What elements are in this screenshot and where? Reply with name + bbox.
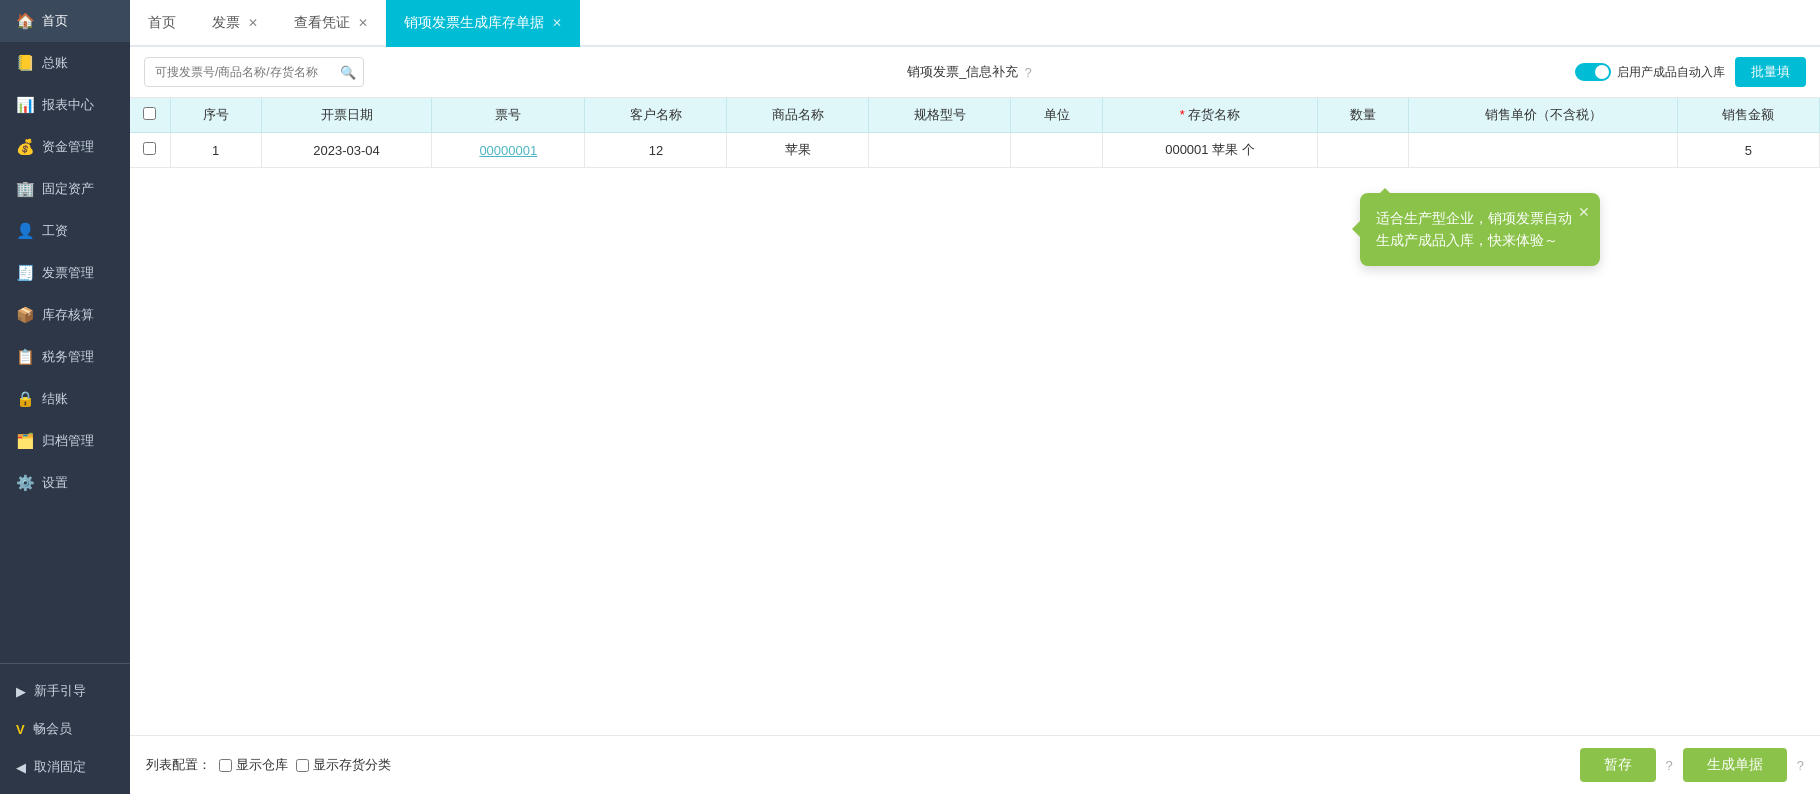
save-help-icon[interactable]: ?	[1666, 758, 1673, 773]
tab-invoice[interactable]: 发票 ✕	[194, 0, 276, 47]
table-row: 1 2023-03-04 00000001 12 苹果 000001 苹果 个 …	[130, 133, 1820, 168]
data-table: 序号 开票日期 票号 客户名称 商品名称 规格型号 单位 * 存货名称 数量 销…	[130, 98, 1820, 168]
th-seq: 序号	[170, 98, 261, 133]
sidebar: 🏠 首页 📒 总账 📊 报表中心 💰 资金管理 🏢 固定资产 👤 工资 🧾 发票…	[0, 0, 130, 794]
config-label: 列表配置：	[146, 756, 211, 774]
assets-icon: 🏢	[16, 180, 34, 198]
vip-icon: V	[16, 722, 25, 737]
th-quantity: 数量	[1318, 98, 1409, 133]
sidebar-item-close[interactable]: 🔒 结账	[0, 378, 130, 420]
th-checkbox	[130, 98, 170, 133]
sidebar-item-home[interactable]: 🏠 首页	[0, 0, 130, 42]
sidebar-item-assets[interactable]: 🏢 固定资产	[0, 168, 130, 210]
th-product: 商品名称	[727, 98, 869, 133]
search-icon[interactable]: 🔍	[340, 65, 356, 80]
sidebar-item-tax[interactable]: 📋 税务管理	[0, 336, 130, 378]
sidebar-item-vip[interactable]: V 畅会员	[0, 710, 130, 748]
search-wrap: 🔍	[144, 57, 364, 87]
tooltip-text: 适合生产型企业，销项发票自动生成产成品入库，快来体验～	[1376, 210, 1572, 248]
footer: 列表配置： 显示仓库 显示存货分类 暂存 ? 生成单据 ?	[130, 735, 1820, 794]
row-inventory: 000001 苹果 个	[1102, 133, 1317, 168]
guide-icon: ▶	[16, 684, 26, 699]
inventory-icon: 📦	[16, 306, 34, 324]
sidebar-item-funds[interactable]: 💰 资金管理	[0, 126, 130, 168]
row-checkbox[interactable]	[143, 142, 156, 155]
generate-help-icon[interactable]: ?	[1797, 758, 1804, 773]
sidebar-item-inventory[interactable]: 📦 库存核算	[0, 294, 130, 336]
tab-home[interactable]: 首页	[130, 0, 194, 47]
toolbar-right: 启用产成品自动入库 批量填	[1575, 57, 1806, 87]
th-date: 开票日期	[261, 98, 431, 133]
search-input[interactable]	[144, 57, 364, 87]
toggle-wrap: 启用产成品自动入库	[1575, 63, 1725, 81]
th-inventory: * 存货名称	[1102, 98, 1317, 133]
th-spec: 规格型号	[869, 98, 1011, 133]
tooltip-close-button[interactable]: ✕	[1578, 201, 1590, 223]
main-area: 首页 发票 ✕ 查看凭证 ✕ 销项发票生成库存单据 ✕ 🔍 销项发票_信息补充 …	[130, 0, 1820, 794]
th-unit: 单位	[1011, 98, 1102, 133]
sidebar-footer-action[interactable]: ◀ 取消固定	[0, 748, 130, 786]
row-amount: 5	[1677, 133, 1819, 168]
reports-icon: 📊	[16, 96, 34, 114]
th-price-excl: 销售单价（不含税）	[1409, 98, 1677, 133]
invoice-icon: 🧾	[16, 264, 34, 282]
footer-actions: 暂存 ? 生成单据 ?	[1580, 748, 1804, 782]
sidebar-item-salary[interactable]: 👤 工资	[0, 210, 130, 252]
th-amount: 销售金额	[1677, 98, 1819, 133]
ticket-no-link[interactable]: 00000001	[479, 143, 537, 158]
sidebar-item-settings[interactable]: ⚙️ 设置	[0, 462, 130, 504]
funds-icon: 💰	[16, 138, 34, 156]
tab-create-stock-close[interactable]: ✕	[552, 16, 562, 30]
batch-fill-button[interactable]: 批量填	[1735, 57, 1806, 87]
tab-create-stock[interactable]: 销项发票生成库存单据 ✕	[386, 0, 580, 47]
ledger-icon: 📒	[16, 54, 34, 72]
row-date: 2023-03-04	[261, 133, 431, 168]
row-seq: 1	[170, 133, 261, 168]
sidebar-item-guide[interactable]: ▶ 新手引导	[0, 672, 130, 710]
row-checkbox-cell	[130, 133, 170, 168]
tooltip-box: ✕ 适合生产型企业，销项发票自动生成产成品入库，快来体验～	[1360, 193, 1600, 266]
footer-config: 列表配置： 显示仓库 显示存货分类	[146, 756, 391, 774]
row-quantity	[1318, 133, 1409, 168]
row-unit	[1011, 133, 1102, 168]
unpin-icon: ◀	[16, 760, 26, 775]
archive-icon: 🗂️	[16, 432, 34, 450]
tooltip-pointer	[1352, 221, 1360, 237]
row-price-excl	[1409, 133, 1677, 168]
content-area: 🔍 销项发票_信息补充 ? 启用产成品自动入库 批量填	[130, 47, 1820, 794]
table-wrap: 序号 开票日期 票号 客户名称 商品名称 规格型号 单位 * 存货名称 数量 销…	[130, 98, 1820, 735]
sidebar-item-invoice[interactable]: 🧾 发票管理	[0, 252, 130, 294]
auto-stock-toggle[interactable]	[1575, 63, 1611, 81]
show-warehouse-label[interactable]: 显示仓库	[219, 756, 288, 774]
sidebar-item-ledger[interactable]: 📒 总账	[0, 42, 130, 84]
show-category-checkbox[interactable]	[296, 759, 309, 772]
toolbar: 🔍 销项发票_信息补充 ? 启用产成品自动入库 批量填	[130, 47, 1820, 98]
toolbar-middle: 销项发票_信息补充 ?	[374, 63, 1565, 81]
row-spec	[869, 133, 1011, 168]
save-button[interactable]: 暂存	[1580, 748, 1656, 782]
show-warehouse-checkbox[interactable]	[219, 759, 232, 772]
home-icon: 🏠	[16, 12, 34, 30]
sidebar-item-archive[interactable]: 🗂️ 归档管理	[0, 420, 130, 462]
tab-voucher[interactable]: 查看凭证 ✕	[276, 0, 386, 47]
salary-icon: 👤	[16, 222, 34, 240]
tax-icon: 📋	[16, 348, 34, 366]
tab-invoice-close[interactable]: ✕	[248, 16, 258, 30]
toggle-label: 启用产成品自动入库	[1617, 64, 1725, 81]
settings-icon: ⚙️	[16, 474, 34, 492]
th-customer: 客户名称	[585, 98, 727, 133]
sidebar-item-reports[interactable]: 📊 报表中心	[0, 84, 130, 126]
row-customer: 12	[585, 133, 727, 168]
info-label: 销项发票_信息补充	[907, 63, 1018, 81]
row-ticket-no: 00000001	[432, 133, 585, 168]
row-product: 苹果	[727, 133, 869, 168]
show-category-label[interactable]: 显示存货分类	[296, 756, 391, 774]
tab-voucher-close[interactable]: ✕	[358, 16, 368, 30]
generate-button[interactable]: 生成单据	[1683, 748, 1787, 782]
th-ticket-no: 票号	[432, 98, 585, 133]
close-account-icon: 🔒	[16, 390, 34, 408]
info-help-icon[interactable]: ?	[1025, 65, 1032, 80]
select-all-checkbox[interactable]	[143, 107, 156, 120]
tab-bar: 首页 发票 ✕ 查看凭证 ✕ 销项发票生成库存单据 ✕	[130, 0, 1820, 47]
